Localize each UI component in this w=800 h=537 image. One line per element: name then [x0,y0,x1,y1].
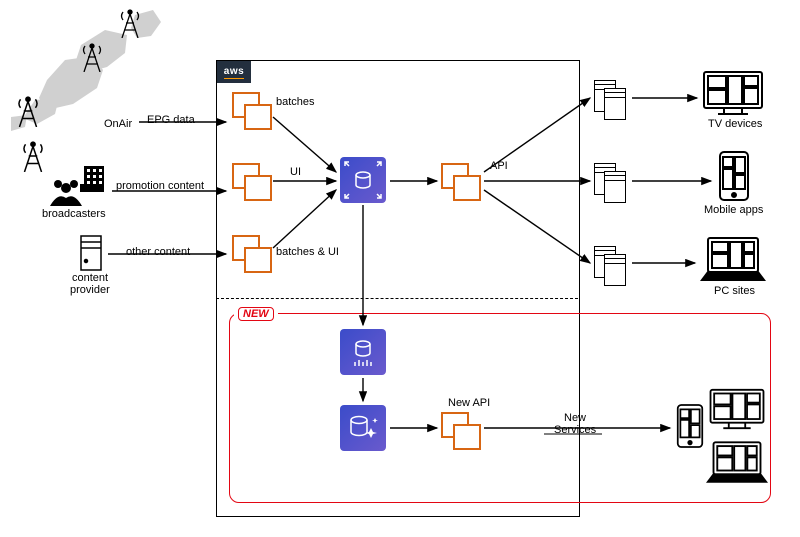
arrows-layer [0,0,800,537]
